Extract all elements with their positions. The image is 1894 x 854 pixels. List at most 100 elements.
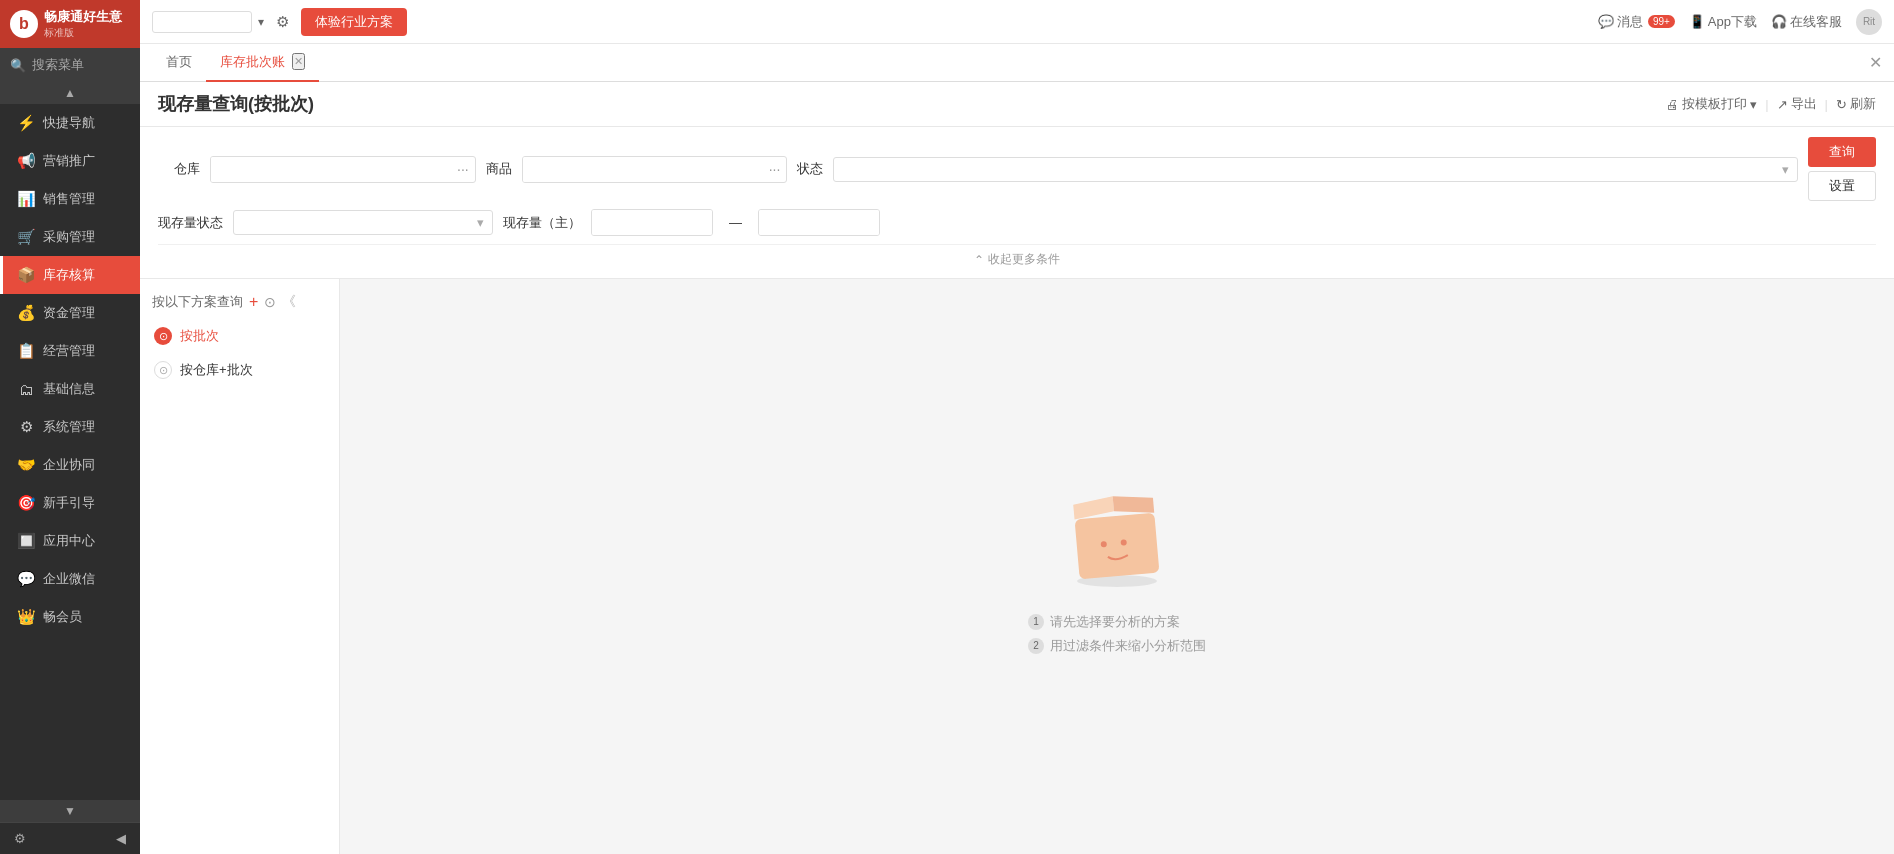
hint-2-num: 2 xyxy=(1028,638,1044,654)
message-icon: 💬 xyxy=(1598,14,1614,29)
side-panel-item-by-batch[interactable]: ⊙ 按批次 xyxy=(140,319,339,353)
try-industry-btn[interactable]: 体验行业方案 xyxy=(301,8,407,36)
side-panel-item-by-warehouse-batch[interactable]: ⊙ 按仓库+批次 xyxy=(140,353,339,387)
sidebar-scroll-down[interactable]: ▼ xyxy=(0,800,140,822)
query-btn[interactable]: 查询 xyxy=(1808,137,1876,167)
refresh-btn[interactable]: ↻ 刷新 xyxy=(1836,95,1876,113)
status-label: 状态 xyxy=(797,160,823,178)
hint-2-text: 用过滤条件来缩小分析范围 xyxy=(1050,637,1206,655)
sidebar-item-quick-nav[interactable]: ⚡ 快捷导航 xyxy=(0,104,140,142)
topbar-gear-btn[interactable]: ⚙ xyxy=(270,11,295,33)
sidebar-item-member[interactable]: 👑 畅会员 xyxy=(0,598,140,636)
side-panel-settings-btn[interactable]: ⊙ xyxy=(264,294,276,310)
filter-area: 仓库 ··· 商品 ··· 状态 xyxy=(140,127,1894,279)
member-icon: 👑 xyxy=(17,608,35,626)
action-sep2: | xyxy=(1825,97,1828,112)
warehouse-more-btn[interactable]: ··· xyxy=(451,157,475,181)
sidebar-item-guide[interactable]: 🎯 新手引导 xyxy=(0,484,140,522)
sidebar-item-marketing[interactable]: 📢 营销推广 xyxy=(0,142,140,180)
warehouse-input-wrap: ··· xyxy=(210,156,476,183)
sidebar-search[interactable]: 🔍 搜索菜单 xyxy=(0,48,140,82)
app-version: 标准版 xyxy=(44,26,122,40)
topbar-left: ▾ ⚙ 体验行业方案 xyxy=(152,8,1590,36)
sidebar-item-label: 采购管理 xyxy=(43,228,95,246)
status-select[interactable]: ▾ xyxy=(833,157,1798,182)
filter-dash: — xyxy=(723,215,748,230)
settings-icon: ⊙ xyxy=(264,294,276,310)
print-dropdown-icon: ▾ xyxy=(1750,97,1757,112)
topbar-dropdown-btn[interactable]: ▾ xyxy=(258,15,264,29)
refresh-icon: ↻ xyxy=(1836,97,1847,112)
footer-collapse-icon: ◀ xyxy=(116,831,126,846)
stock-status-select[interactable]: ▾ xyxy=(233,210,493,235)
marketing-icon: 📢 xyxy=(17,152,35,170)
tab-home[interactable]: 首页 xyxy=(152,44,206,82)
sidebar-item-operation[interactable]: 📋 经营管理 xyxy=(0,332,140,370)
empty-hint-1: 1 请先选择要分析的方案 xyxy=(1028,613,1206,631)
stock-qty-min-input[interactable] xyxy=(592,210,712,235)
msg-btn[interactable]: 💬 消息 99+ xyxy=(1598,13,1675,31)
sidebar-item-system[interactable]: ⚙ 系统管理 xyxy=(0,408,140,446)
side-panel-add-btn[interactable]: + xyxy=(249,293,258,311)
sidebar-item-collab[interactable]: 🤝 企业协同 xyxy=(0,446,140,484)
product-input-wrap: ··· xyxy=(522,156,788,183)
sidebar-item-inventory[interactable]: 📦 库存核算 xyxy=(0,256,140,294)
by-batch-label: 按批次 xyxy=(180,327,219,345)
chevron-down-icon: ▾ xyxy=(258,15,264,29)
product-more-btn[interactable]: ··· xyxy=(763,157,787,181)
sidebar-item-label: 基础信息 xyxy=(43,380,95,398)
collapse-more-btn[interactable]: ⌃ 收起更多条件 xyxy=(158,244,1876,274)
sidebar-item-label: 快捷导航 xyxy=(43,114,95,132)
empty-illustration xyxy=(1057,473,1177,593)
footer-collapse-btn[interactable]: ◀ xyxy=(116,831,126,846)
sidebar-item-finance[interactable]: 💰 资金管理 xyxy=(0,294,140,332)
phone-icon: 📱 xyxy=(1689,14,1705,29)
avatar[interactable]: Rit xyxy=(1856,9,1882,35)
sidebar-item-app-center[interactable]: 🔲 应用中心 xyxy=(0,522,140,560)
chevron-up-icon: ⌃ xyxy=(974,253,984,267)
status-dropdown-icon: ▾ xyxy=(1782,162,1789,177)
side-panel-collapse-btn[interactable]: 《 xyxy=(282,293,296,311)
sidebar-item-label: 企业协同 xyxy=(43,456,95,474)
breadcrumb-input[interactable] xyxy=(152,11,252,33)
tab-inventory-batch[interactable]: 库存批次账 ✕ xyxy=(206,44,319,82)
sidebar-item-basic-info[interactable]: 🗂 基础信息 xyxy=(0,370,140,408)
search-icon: 🔍 xyxy=(10,58,26,73)
online-service-btn[interactable]: 🎧 在线客服 xyxy=(1771,13,1842,31)
sidebar-item-sales[interactable]: 📊 销售管理 xyxy=(0,180,140,218)
collapse-label: 收起更多条件 xyxy=(988,251,1060,268)
sidebar-item-purchase[interactable]: 🛒 采购管理 xyxy=(0,218,140,256)
stock-status-label: 现存量状态 xyxy=(158,214,223,232)
print-label: 按模板打印 xyxy=(1682,95,1747,113)
empty-hint-2: 2 用过滤条件来缩小分析范围 xyxy=(1028,637,1206,655)
print-btn[interactable]: 🖨 按模板打印 ▾ xyxy=(1666,95,1757,113)
set-btn[interactable]: 设置 xyxy=(1808,171,1876,201)
msg-label: 消息 xyxy=(1617,13,1643,31)
export-btn[interactable]: ↗ 导出 xyxy=(1777,95,1817,113)
product-input[interactable] xyxy=(523,157,763,182)
breadcrumb xyxy=(152,11,252,33)
tabbar-close-btn[interactable]: ✕ xyxy=(1869,53,1882,72)
warehouse-input[interactable] xyxy=(211,157,451,182)
hint-1-num: 1 xyxy=(1028,614,1044,630)
app-download-btn[interactable]: 📱 App下载 xyxy=(1689,13,1757,31)
purchase-icon: 🛒 xyxy=(17,228,35,246)
tab-inventory-batch-close[interactable]: ✕ xyxy=(292,53,305,70)
sidebar: b 畅康通好生意 标准版 🔍 搜索菜单 ▲ ⚡ 快捷导航 📢 营销推广 📊 销售… xyxy=(0,0,140,854)
sidebar-scroll-up[interactable]: ▲ xyxy=(0,82,140,104)
footer-settings-btn[interactable]: ⚙ xyxy=(14,831,26,846)
sidebar-item-wechat[interactable]: 💬 企业微信 xyxy=(0,560,140,598)
side-panel-header: 按以下方案查询 + ⊙ 《 xyxy=(140,289,339,319)
sidebar-item-label: 应用中心 xyxy=(43,532,95,550)
basic-info-icon: 🗂 xyxy=(17,381,35,398)
main-content: 1 请先选择要分析的方案 2 用过滤条件来缩小分析范围 xyxy=(340,279,1894,854)
sidebar-item-label: 畅会员 xyxy=(43,608,82,626)
export-icon: ↗ xyxy=(1777,97,1788,112)
more-icon: ··· xyxy=(769,161,781,177)
tab-inventory-batch-label: 库存批次账 xyxy=(220,53,285,71)
tabbar: 首页 库存批次账 ✕ ✕ xyxy=(140,44,1894,82)
sidebar-items: ⚡ 快捷导航 📢 营销推广 📊 销售管理 🛒 采购管理 📦 库存核算 💰 资金管… xyxy=(0,104,140,800)
stock-qty-max-input[interactable] xyxy=(759,210,879,235)
sidebar-item-label: 企业微信 xyxy=(43,570,95,588)
system-icon: ⚙ xyxy=(17,418,35,436)
